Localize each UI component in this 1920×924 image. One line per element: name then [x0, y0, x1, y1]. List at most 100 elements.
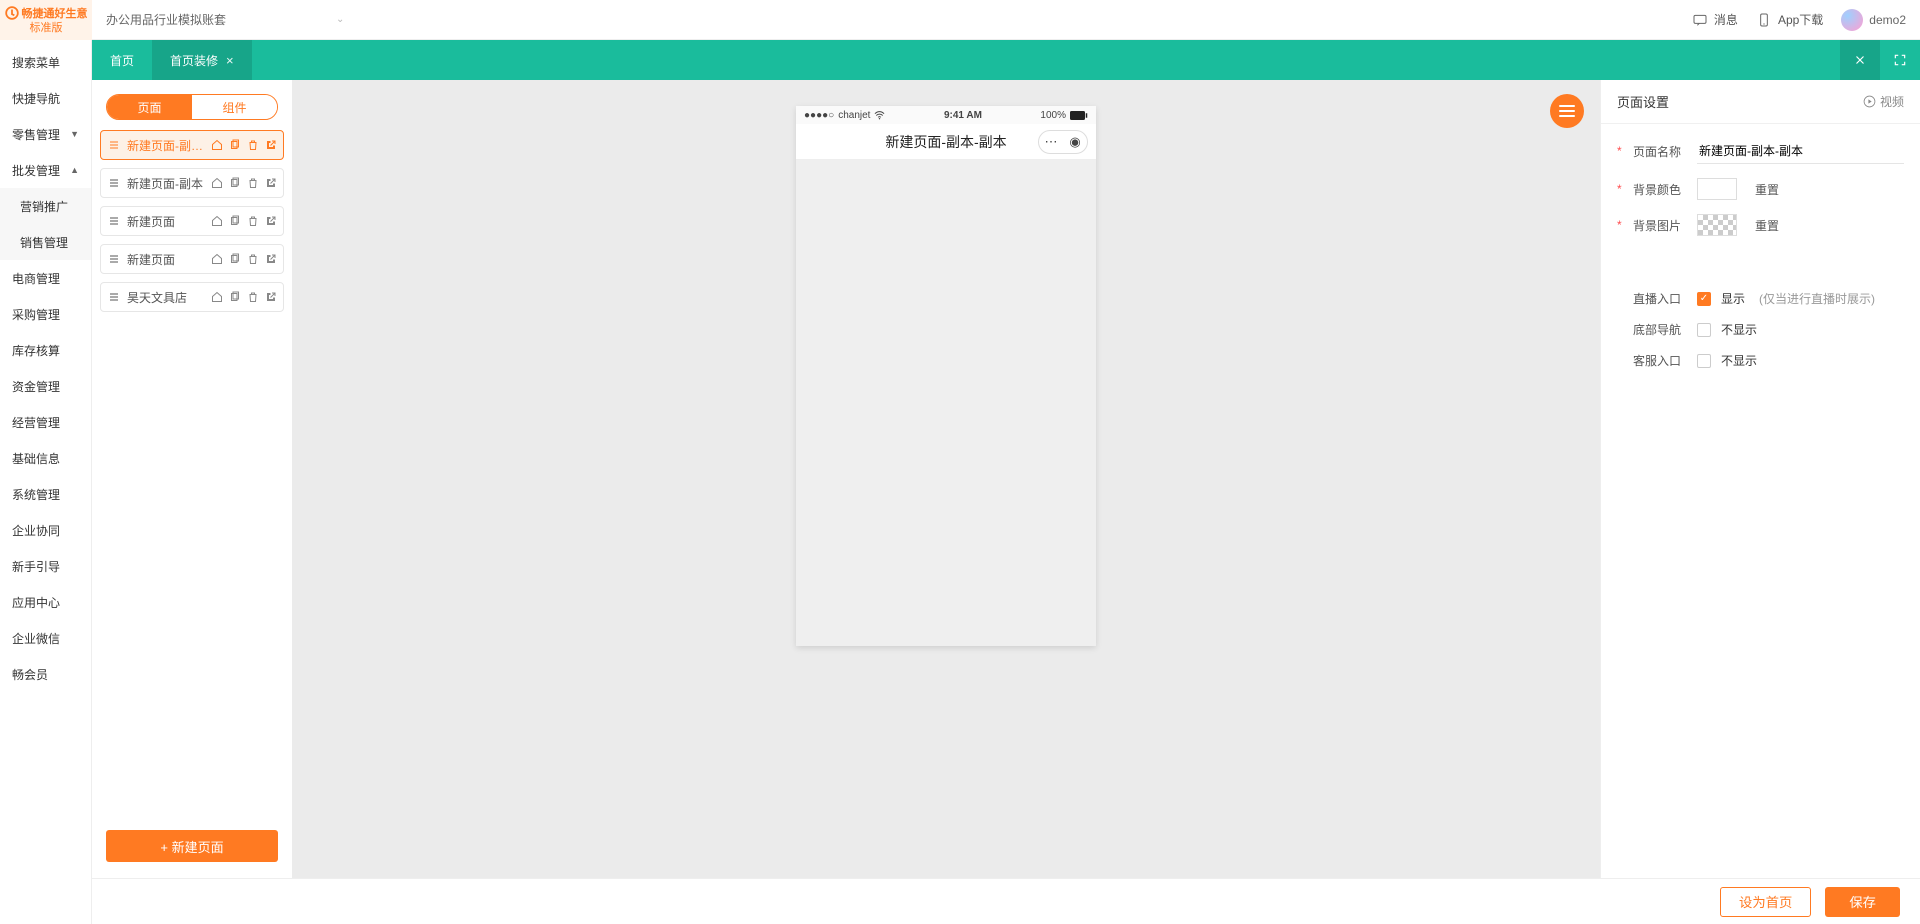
delete-icon[interactable]: [247, 291, 259, 303]
copy-icon[interactable]: [229, 253, 241, 265]
sidebar-item-marketing[interactable]: 营销推广: [0, 188, 91, 224]
required-icon: *: [1617, 144, 1623, 158]
caret-down-icon: ▼: [70, 129, 79, 139]
page-list: 新建页面-副本... 新建页面-副本: [92, 130, 292, 820]
close-icon[interactable]: ×: [226, 53, 234, 68]
delete-icon[interactable]: [247, 139, 259, 151]
save-button[interactable]: 保存: [1825, 887, 1900, 917]
copy-icon[interactable]: [229, 291, 241, 303]
battery-icon: [1070, 111, 1088, 120]
settings-title: 页面设置: [1617, 92, 1669, 111]
home-icon[interactable]: [211, 139, 223, 151]
copy-icon[interactable]: [229, 139, 241, 151]
brand-icon: [5, 6, 19, 20]
delete-icon[interactable]: [247, 253, 259, 265]
canvas: ●●●●○ chanjet 9:41 AM 100% 新建页面-副本-副本: [292, 80, 1600, 878]
live-entry-checkbox[interactable]: ✓: [1697, 292, 1711, 306]
home-icon[interactable]: [211, 291, 223, 303]
page-name-input[interactable]: [1697, 138, 1904, 164]
target-icon[interactable]: ◉: [1063, 131, 1087, 153]
field-bg-image: * 背景图片 重置: [1617, 214, 1904, 236]
live-entry-hint: (仅当进行直播时展示): [1759, 290, 1875, 307]
username[interactable]: demo2: [1869, 13, 1906, 27]
app-download-button[interactable]: App下载: [1756, 11, 1823, 28]
play-icon: [1863, 95, 1876, 108]
messages-button[interactable]: 消息: [1692, 11, 1738, 28]
new-page-button[interactable]: + 新建页面: [106, 830, 278, 862]
page-item[interactable]: 新建页面-副本...: [100, 130, 284, 160]
field-label: 直播入口: [1633, 290, 1687, 307]
reset-bg-image[interactable]: 重置: [1755, 217, 1779, 234]
float-menu-button[interactable]: [1550, 94, 1584, 128]
carrier-label: chanjet: [838, 110, 870, 121]
bottom-nav-checkbox[interactable]: [1697, 323, 1711, 337]
service-entry-checkbox[interactable]: [1697, 354, 1711, 368]
seg-page[interactable]: 页面: [107, 95, 192, 119]
bg-image-swatch[interactable]: [1697, 214, 1737, 236]
sidebar-item-member[interactable]: 畅会员: [0, 656, 91, 692]
set-home-button[interactable]: 设为首页: [1720, 887, 1811, 917]
sidebar-item-finance[interactable]: 资金管理: [0, 368, 91, 404]
page-item[interactable]: 新建页面: [100, 206, 284, 236]
home-icon[interactable]: [211, 177, 223, 189]
avatar[interactable]: [1841, 9, 1863, 31]
drag-handle-icon[interactable]: [107, 176, 121, 190]
tab-page-decor[interactable]: 首页装修 ×: [152, 40, 252, 80]
video-help-button[interactable]: 视频: [1863, 93, 1904, 110]
field-bg-color: * 背景颜色 重置: [1617, 178, 1904, 200]
sidebar-item-guide[interactable]: 新手引导: [0, 548, 91, 584]
drag-handle-icon[interactable]: [107, 252, 121, 266]
sidebar-item-search[interactable]: 搜索菜单: [0, 44, 91, 80]
seg-component[interactable]: 组件: [192, 95, 277, 119]
chat-icon: [1692, 12, 1708, 28]
drag-handle-icon[interactable]: [107, 138, 121, 152]
sidebar-item-basicinfo[interactable]: 基础信息: [0, 440, 91, 476]
sidebar-item-sales[interactable]: 销售管理: [0, 224, 91, 260]
sidebar-item-ecommerce[interactable]: 电商管理: [0, 260, 91, 296]
copy-icon[interactable]: [229, 215, 241, 227]
checkbox-label: 不显示: [1721, 352, 1757, 369]
sidebar-item-collab[interactable]: 企业协同: [0, 512, 91, 548]
home-icon[interactable]: [211, 253, 223, 265]
org-selector-label: 办公用品行业模拟账套: [106, 11, 226, 28]
drag-handle-icon[interactable]: [107, 290, 121, 304]
sidebar-item-wechat[interactable]: 企业微信: [0, 620, 91, 656]
page-item[interactable]: 昊天文具店: [100, 282, 284, 312]
external-link-icon[interactable]: [265, 139, 277, 151]
delete-icon[interactable]: [247, 215, 259, 227]
home-icon[interactable]: [211, 215, 223, 227]
field-label: 页面名称: [1633, 143, 1687, 160]
tab-close-all-button[interactable]: [1840, 40, 1880, 80]
fullscreen-button[interactable]: [1880, 40, 1920, 80]
sidebar-item-system[interactable]: 系统管理: [0, 476, 91, 512]
org-selector[interactable]: 办公用品行业模拟账套 ⌄: [106, 11, 344, 28]
fullscreen-icon: [1893, 53, 1907, 67]
page-item-label: 新建页面: [127, 213, 205, 230]
sidebar-item-purchase[interactable]: 采购管理: [0, 296, 91, 332]
copy-icon[interactable]: [229, 177, 241, 189]
sidebar-item-retail[interactable]: 零售管理▼: [0, 116, 91, 152]
external-link-icon[interactable]: [265, 253, 277, 265]
page-item[interactable]: 新建页面-副本: [100, 168, 284, 198]
page-item[interactable]: 新建页面: [100, 244, 284, 274]
phone-title: 新建页面-副本-副本: [885, 132, 1006, 152]
reset-bg-color[interactable]: 重置: [1755, 181, 1779, 198]
sidebar-item-wholesale[interactable]: 批发管理▲: [0, 152, 91, 188]
field-service-entry: * 客服入口 不显示: [1617, 352, 1904, 369]
external-link-icon[interactable]: [265, 177, 277, 189]
tab-home[interactable]: 首页: [92, 40, 152, 80]
sidebar-item-appcenter[interactable]: 应用中心: [0, 584, 91, 620]
drag-handle-icon[interactable]: [107, 214, 121, 228]
sidebar-item-quicknav[interactable]: 快捷导航: [0, 80, 91, 116]
external-link-icon[interactable]: [265, 291, 277, 303]
sidebar-item-business[interactable]: 经营管理: [0, 404, 91, 440]
field-page-name: * 页面名称: [1617, 138, 1904, 164]
delete-icon[interactable]: [247, 177, 259, 189]
sidebar: 搜索菜单 快捷导航 零售管理▼ 批发管理▲ 营销推广 销售管理 电商管理 采购管…: [0, 40, 92, 924]
phone-body[interactable]: [796, 160, 1096, 646]
more-icon[interactable]: ⋯: [1039, 131, 1063, 153]
sidebar-item-inventory[interactable]: 库存核算: [0, 332, 91, 368]
required-icon: *: [1617, 218, 1623, 232]
external-link-icon[interactable]: [265, 215, 277, 227]
bg-color-swatch[interactable]: [1697, 178, 1737, 200]
